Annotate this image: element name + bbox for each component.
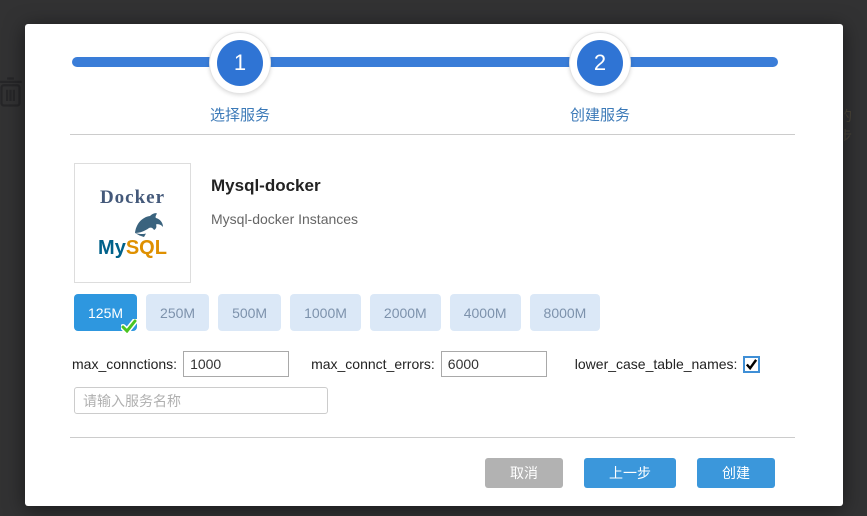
product-info: Mysql-docker Mysql-docker Instances [211, 163, 358, 283]
mysql-logo-my: My [98, 236, 126, 259]
mysql-logo-sql: SQL [125, 236, 167, 259]
max-connections-label: max_connctions: [72, 356, 178, 372]
check-icon [120, 318, 139, 336]
mysql-docker-logo: Docker MySQL [74, 163, 191, 283]
stepper-step-1: 1 选择服务 [160, 32, 320, 125]
step-label: 选择服务 [209, 107, 270, 124]
divider [70, 437, 795, 438]
lower-case-table-names-label: lower_case_table_names: [574, 356, 738, 372]
step-label: 创建服务 [569, 107, 630, 124]
memory-option-4000m[interactable]: 4000M [449, 294, 521, 331]
step-ring: 1 [209, 32, 271, 94]
dialog-footer: 取消 上一步 创建 [485, 458, 775, 488]
stepper-step-2: 2 创建服务 [520, 32, 680, 125]
memory-option-500m[interactable]: 500M [218, 294, 282, 331]
mysql-logo-text: MySQL [98, 237, 167, 260]
product-block: Docker MySQL Mysql-docker Mysql-docker I… [74, 163, 358, 283]
max-connect-errors-input[interactable] [440, 351, 547, 377]
memory-option-1000m[interactable]: 1000M [290, 294, 361, 331]
memory-option-2000m[interactable]: 2000M [369, 294, 441, 331]
memory-option-125m[interactable]: 125M [74, 294, 139, 336]
product-subtitle: Mysql-docker Instances [211, 211, 359, 227]
background-text-line: 的 [844, 108, 852, 124]
background-text-fragments: 的 步 [844, 106, 867, 146]
docker-logo-text: Docker [99, 186, 166, 208]
max-connections-input[interactable] [183, 351, 290, 377]
memory-option-8000m[interactable]: 8000M [529, 294, 601, 331]
memory-option-label: 4000M [463, 304, 507, 321]
memory-option-label: 2000M [383, 304, 427, 321]
memory-option-label: 250M [160, 304, 196, 321]
memory-option-label: 125M [88, 304, 124, 321]
step-ring: 2 [569, 32, 631, 94]
memory-option-label: 8000M [543, 304, 587, 321]
max-connect-errors-label: max_connct_errors: [311, 356, 435, 372]
background-text-line: 步 [844, 128, 852, 144]
memory-option-label: 500M [232, 304, 268, 321]
product-title: Mysql-docker [211, 176, 321, 195]
previous-step-button[interactable]: 上一步 [584, 458, 676, 488]
memory-options-row: 125M 250M 500M 1000M 2000M 4000M 8000M [74, 294, 601, 336]
params-row: max_connctions: max_connct_errors: lower… [72, 351, 761, 377]
cancel-button[interactable]: 取消 [485, 458, 563, 488]
memory-option-label: 1000M [304, 304, 347, 321]
step-number-badge: 2 [577, 40, 623, 86]
lower-case-table-names-checkbox[interactable] [743, 355, 761, 373]
service-name-input[interactable] [74, 387, 328, 414]
divider [70, 134, 795, 135]
memory-option-250m[interactable]: 250M [146, 294, 210, 331]
create-button[interactable]: 创建 [697, 458, 775, 488]
create-service-dialog: 1 选择服务 2 创建服务 Docker MySQL Mysql-docker … [25, 24, 843, 506]
step-number-badge: 1 [217, 40, 263, 86]
trash-icon [0, 76, 24, 113]
